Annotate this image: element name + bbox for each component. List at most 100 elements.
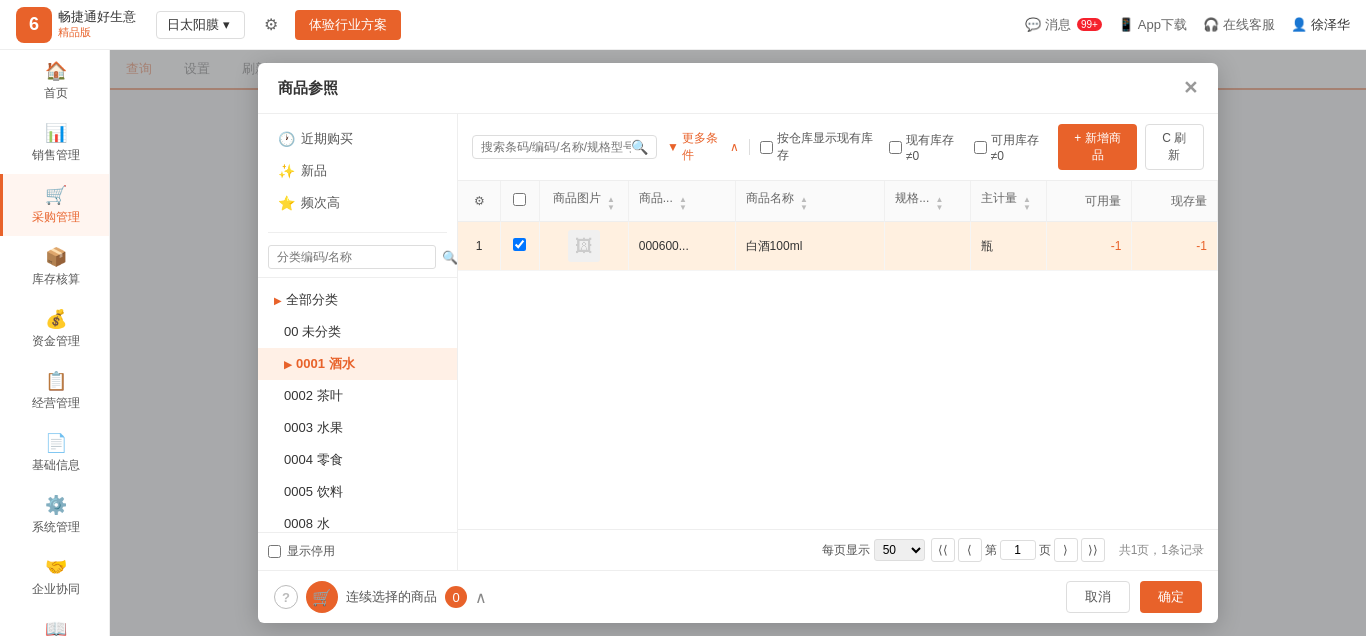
content-area: 查询 设置 刷新 商品参照 ✕ 🕐: [110, 50, 1366, 636]
page-suffix: 页: [1039, 542, 1051, 559]
page-label: 第: [985, 542, 997, 559]
cancel-button[interactable]: 取消: [1066, 581, 1130, 613]
cat-arrow-all: ▶: [274, 295, 282, 306]
sidebar-item-guide[interactable]: 📖 新手引导: [0, 608, 109, 636]
usable-stock-check[interactable]: 可用库存≠0: [974, 132, 1049, 163]
available-stock-check[interactable]: 现有库存≠0: [889, 132, 964, 163]
sidebar-item-basic-info[interactable]: 📄 基础信息: [0, 422, 109, 484]
settings-icon[interactable]: ⚙: [255, 9, 287, 41]
refresh-button[interactable]: C 刷新: [1145, 124, 1204, 170]
page-nav: ⟨⟨ ⟨ 第 页 ⟩ ⟩⟩: [931, 538, 1105, 562]
page-prev-btn[interactable]: ⟨: [958, 538, 982, 562]
sidebar-item-operations-label: 经营管理: [32, 395, 80, 412]
toolbar-divider: [749, 139, 750, 155]
try-industry-button[interactable]: 体验行业方案: [295, 10, 401, 40]
search-icon[interactable]: 🔍: [631, 139, 648, 155]
th-image[interactable]: 商品图片 ▲▼: [539, 181, 628, 222]
th-settings[interactable]: ⚙: [458, 181, 501, 222]
cat-all[interactable]: ▶ 全部分类: [258, 284, 457, 316]
sidebar-item-purchase-label: 采购管理: [32, 209, 80, 226]
tab-recent-purchase[interactable]: 🕐 近期购买: [268, 124, 447, 154]
sidebar-item-system[interactable]: ⚙️ 系统管理: [0, 484, 109, 546]
user-avatar[interactable]: 👤 徐泽华: [1291, 16, 1350, 34]
show-disabled-label[interactable]: 显示停用: [287, 543, 335, 560]
logo-title: 畅捷通好生意: [58, 9, 136, 25]
product-table-wrap: ⚙ 商品图片 ▲▼: [458, 181, 1218, 529]
cart-icon[interactable]: 🛒: [306, 581, 338, 613]
product-table: ⚙ 商品图片 ▲▼: [458, 181, 1218, 271]
finance-icon: 💰: [45, 308, 67, 330]
toolbar-actions: + 新增商品 C 刷新: [1058, 124, 1204, 170]
tab-frequent[interactable]: ⭐ 频次高: [268, 188, 447, 218]
cat-uncategorized[interactable]: 00 未分类: [258, 316, 457, 348]
sidebar-item-home[interactable]: 🏠 首页: [0, 50, 109, 112]
online-service-btn[interactable]: 🎧 在线客服: [1203, 16, 1275, 34]
cat-fruit[interactable]: 0003 水果: [258, 412, 457, 444]
confirm-button[interactable]: 确定: [1140, 581, 1202, 613]
search-toolbar: 🔍 ▼ 更多条件 ∧ 按仓库显示现有库存: [458, 114, 1218, 181]
sidebar-item-purchase[interactable]: 🛒 采购管理: [0, 174, 109, 236]
th-code[interactable]: 商品... ▲▼: [628, 181, 735, 222]
row-image: 🖼: [539, 222, 628, 271]
th-spec[interactable]: 规格... ▲▼: [885, 181, 971, 222]
filter-more-button[interactable]: ▼ 更多条件 ∧: [667, 130, 739, 164]
messages-btn[interactable]: 💬 消息 99+: [1025, 16, 1102, 34]
cat-water[interactable]: 0008 水: [258, 508, 457, 532]
modal-close-button[interactable]: ✕: [1183, 77, 1198, 99]
cat-liquor[interactable]: ▶ 0001 酒水: [258, 348, 457, 380]
collapse-cart-icon[interactable]: ∧: [475, 588, 487, 607]
nav-dropdown[interactable]: 日太阳膜 ▾: [156, 11, 245, 39]
user-name: 徐泽华: [1311, 16, 1350, 34]
product-search-input[interactable]: [481, 140, 631, 154]
collab-icon: 🤝: [45, 556, 67, 578]
tab-new-products[interactable]: ✨ 新品: [268, 156, 447, 186]
cat-tea[interactable]: 0002 茶叶: [258, 380, 457, 412]
sidebar-item-basic-info-label: 基础信息: [32, 457, 80, 474]
cat-snack[interactable]: 0004 零食: [258, 444, 457, 476]
sidebar-item-inventory[interactable]: 📦 库存核算: [0, 236, 109, 298]
app-download-btn[interactable]: 📱 App下载: [1118, 16, 1187, 34]
category-search-input[interactable]: [268, 245, 436, 269]
help-icon[interactable]: ?: [274, 585, 298, 609]
divider: [268, 232, 447, 233]
row-unit: 瓶: [970, 222, 1046, 271]
recent-icon: 🕐: [278, 131, 295, 147]
sidebar-item-sales[interactable]: 📊 销售管理: [0, 112, 109, 174]
row-checkbox[interactable]: [501, 222, 539, 271]
category-search-icon[interactable]: 🔍: [442, 250, 458, 265]
sidebar-item-home-label: 首页: [44, 85, 68, 102]
top-nav-right: 💬 消息 99+ 📱 App下载 🎧 在线客服 👤 徐泽华: [1025, 16, 1350, 34]
page-info: 共1页，1条记录: [1119, 542, 1204, 559]
warehouse-stock-check[interactable]: 按仓库显示现有库存: [760, 130, 879, 164]
cart-count: 0: [445, 586, 467, 608]
new-icon: ✨: [278, 163, 295, 179]
cat-beverage[interactable]: 0005 饮料: [258, 476, 457, 508]
sidebar-item-finance[interactable]: 💰 资金管理: [0, 298, 109, 360]
page-next-btn[interactable]: ⟩: [1054, 538, 1078, 562]
sidebar-item-operations[interactable]: 📋 经营管理: [0, 360, 109, 422]
show-disabled-checkbox[interactable]: [268, 545, 281, 558]
left-panel: 🕐 近期购买 ✨ 新品 ⭐ 频次高: [258, 114, 458, 570]
inventory-icon: 📦: [45, 246, 67, 268]
page-last-btn[interactable]: ⟩⟩: [1081, 538, 1105, 562]
modal-title: 商品参照: [278, 79, 338, 98]
sidebar-item-inventory-label: 库存核算: [32, 271, 80, 288]
top-nav: 6 畅捷通好生意 精品版 日太阳膜 ▾ ⚙ 体验行业方案 💬 消息 99+ 📱 …: [0, 0, 1366, 50]
per-page-dropdown[interactable]: 50 100 200: [874, 539, 925, 561]
th-name[interactable]: 商品名称 ▲▼: [735, 181, 885, 222]
row-code: 000600...: [628, 222, 735, 271]
select-all-checkbox[interactable]: [513, 193, 526, 206]
th-checkbox: [501, 181, 539, 222]
home-icon: 🏠: [45, 60, 67, 82]
modal-footer: ? 🛒 连续选择的商品 0 ∧ 取消 确定: [258, 570, 1218, 623]
sidebar-item-collab[interactable]: 🤝 企业协同: [0, 546, 109, 608]
modal-overlay: 商品参照 ✕ 🕐 近期购买 ✨ 新: [110, 50, 1366, 636]
add-product-button[interactable]: + 新增商品: [1058, 124, 1136, 170]
cart-area: ? 🛒 连续选择的商品 0 ∧: [274, 581, 487, 613]
th-unit[interactable]: 主计量 ▲▼: [970, 181, 1046, 222]
modal-dialog: 商品参照 ✕ 🕐 近期购买 ✨ 新: [258, 63, 1218, 623]
table-row[interactable]: 1 🖼 000600... 白酒100ml: [458, 222, 1218, 271]
page-first-btn[interactable]: ⟨⟨: [931, 538, 955, 562]
frequent-icon: ⭐: [278, 195, 295, 211]
page-input[interactable]: [1000, 540, 1036, 560]
